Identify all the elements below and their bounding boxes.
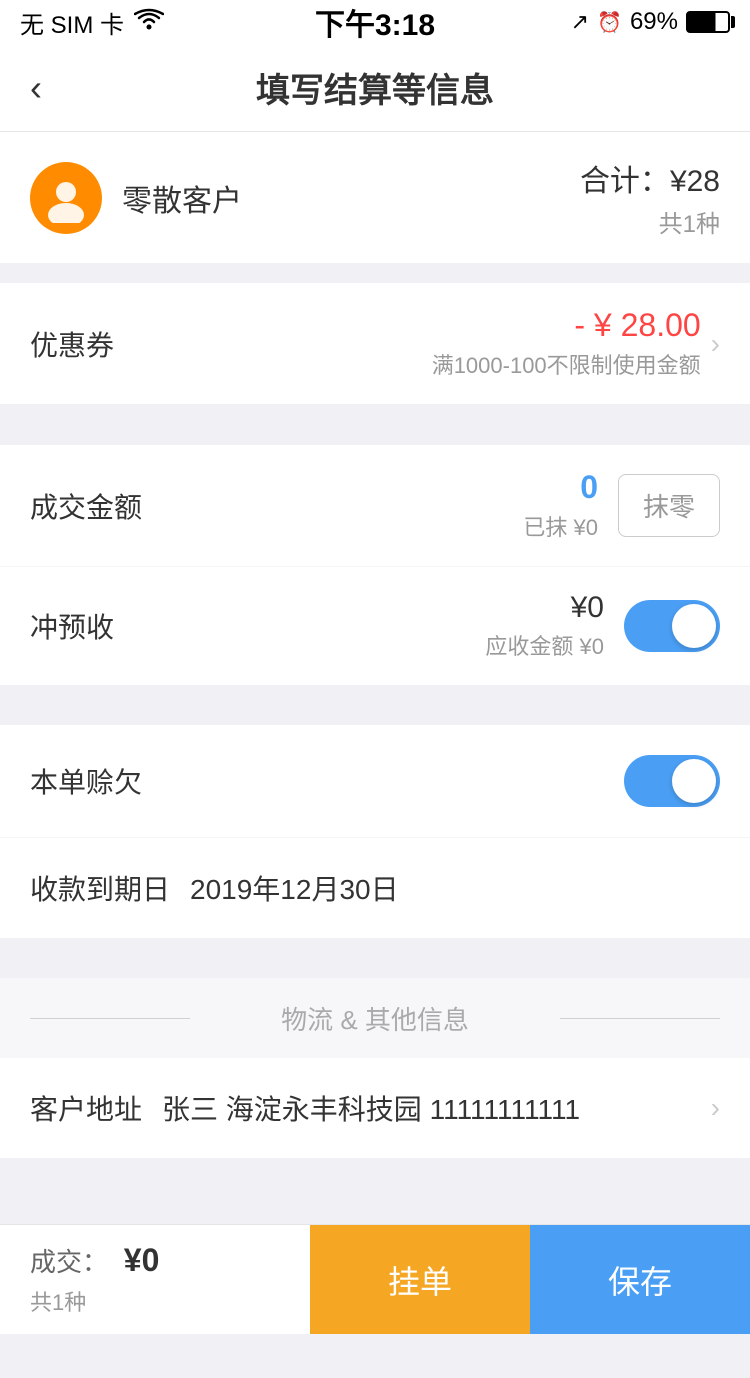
address-row[interactable]: 客户地址 张三 海淀永丰科技园 11111111111 › [0, 1058, 750, 1158]
coupon-right: - ¥ 28.00 满1000-100不限制使用金额 › [432, 307, 720, 380]
round-off-button[interactable]: 抹零 [618, 474, 720, 537]
location-icon: ↗ [571, 9, 589, 35]
carrier-text: 无 SIM 卡 [20, 5, 124, 40]
address-chevron-icon: › [711, 1092, 720, 1124]
logistics-title: 物流 & 其他信息 [261, 1000, 489, 1037]
save-button[interactable]: 保存 [530, 1225, 750, 1334]
customer-name: 零散客户 [122, 176, 242, 220]
total-count: 共1种 [580, 204, 720, 239]
customer-row: 零散客户 合计：¥28 共1种 [0, 132, 750, 263]
toggle-knob [672, 604, 716, 648]
battery-percent: 69% [630, 8, 678, 36]
amount-value: 0 [523, 469, 598, 506]
bottom-bar: 成交： ¥0 共1种 挂单 保存 [0, 1224, 750, 1334]
wifi-icon [134, 8, 164, 36]
alarm-icon: ⏰ [597, 10, 622, 35]
section-divider-2 [0, 705, 750, 725]
chevron-right-icon: › [711, 328, 720, 360]
coupon-row[interactable]: 优惠券 - ¥ 28.00 满1000-100不限制使用金额 › [0, 283, 750, 405]
page-title: 填写结算等信息 [256, 63, 494, 112]
prepay-toggle[interactable] [624, 600, 720, 652]
bottom-deal-amount: ¥0 [124, 1242, 160, 1278]
nav-bar: ‹ 填写结算等信息 [0, 44, 750, 132]
debt-toggle-knob [672, 759, 716, 803]
prepay-right: ¥0 应收金额 ¥0 [485, 591, 720, 661]
amount-row: 成交金额 0 已抹 ¥0 抹零 [0, 445, 750, 567]
due-date-label: 收款到期日 [30, 868, 170, 908]
due-date-value: 2019年12月30日 [190, 868, 399, 908]
total-price: 合计：¥28 [580, 156, 720, 200]
prepay-receivable: 应收金额 ¥0 [485, 629, 604, 661]
debt-row: 本单赊欠 [0, 725, 750, 837]
status-bar: 无 SIM 卡 下午3:18 ↗ ⏰ 69% [0, 0, 750, 44]
status-left: 无 SIM 卡 [20, 5, 164, 40]
address-card: 客户地址 张三 海淀永丰科技园 11111111111 › [0, 1058, 750, 1158]
coupon-desc: 满1000-100不限制使用金额 [432, 348, 701, 380]
bottom-deal-label: 成交： [30, 1247, 108, 1277]
debt-label: 本单赊欠 [30, 761, 142, 801]
total-label: 合计： [580, 165, 670, 198]
content: 零散客户 合计：¥28 共1种 优惠券 - ¥ 28.00 满1000-100不… [0, 132, 750, 1378]
coupon-card: 优惠券 - ¥ 28.00 满1000-100不限制使用金额 › [0, 283, 750, 405]
coupon-info: - ¥ 28.00 满1000-100不限制使用金额 [432, 307, 701, 380]
customer-card: 零散客户 合计：¥28 共1种 [0, 132, 750, 263]
prepay-values: ¥0 应收金额 ¥0 [485, 591, 604, 661]
logistics-header: 物流 & 其他信息 [0, 978, 750, 1058]
coupon-label: 优惠券 [30, 324, 114, 364]
amount-value-wrap: 0 已抹 ¥0 [523, 469, 598, 542]
customer-left: 零散客户 [30, 162, 242, 234]
amount-label: 成交金额 [30, 486, 142, 526]
pending-button[interactable]: 挂单 [310, 1225, 530, 1334]
debt-toggle[interactable] [624, 755, 720, 807]
amount-right: 0 已抹 ¥0 抹零 [523, 469, 720, 542]
prepay-label: 冲预收 [30, 606, 114, 646]
debt-card: 本单赊欠 收款到期日 2019年12月30日 [0, 725, 750, 938]
amount-card: 成交金额 0 已抹 ¥0 抹零 冲预收 ¥0 应收金额 ¥0 [0, 445, 750, 685]
customer-right: 合计：¥28 共1种 [580, 156, 720, 239]
due-date-row: 收款到期日 2019年12月30日 [0, 837, 750, 938]
back-button[interactable]: ‹ [30, 67, 42, 109]
bottom-summary: 成交： ¥0 共1种 [0, 1225, 310, 1334]
customer-avatar [30, 162, 102, 234]
bottom-deal-line: 成交： ¥0 [30, 1242, 280, 1279]
battery-icon [686, 11, 730, 33]
address-value: 张三 海淀永丰科技园 11111111111 [162, 1088, 711, 1128]
status-right: ↗ ⏰ 69% [571, 8, 730, 36]
status-time: 下午3:18 [315, 0, 435, 44]
prepay-row: 冲预收 ¥0 应收金额 ¥0 [0, 567, 750, 685]
coupon-discount: - ¥ 28.00 [432, 307, 701, 344]
address-label: 客户地址 [30, 1088, 142, 1128]
amount-sub: 已抹 ¥0 [523, 510, 598, 542]
prepay-amount: ¥0 [485, 591, 604, 625]
section-divider-3 [0, 958, 750, 978]
bottom-count: 共1种 [30, 1285, 280, 1317]
section-divider-1 [0, 425, 750, 445]
total-value: ¥28 [670, 165, 720, 198]
